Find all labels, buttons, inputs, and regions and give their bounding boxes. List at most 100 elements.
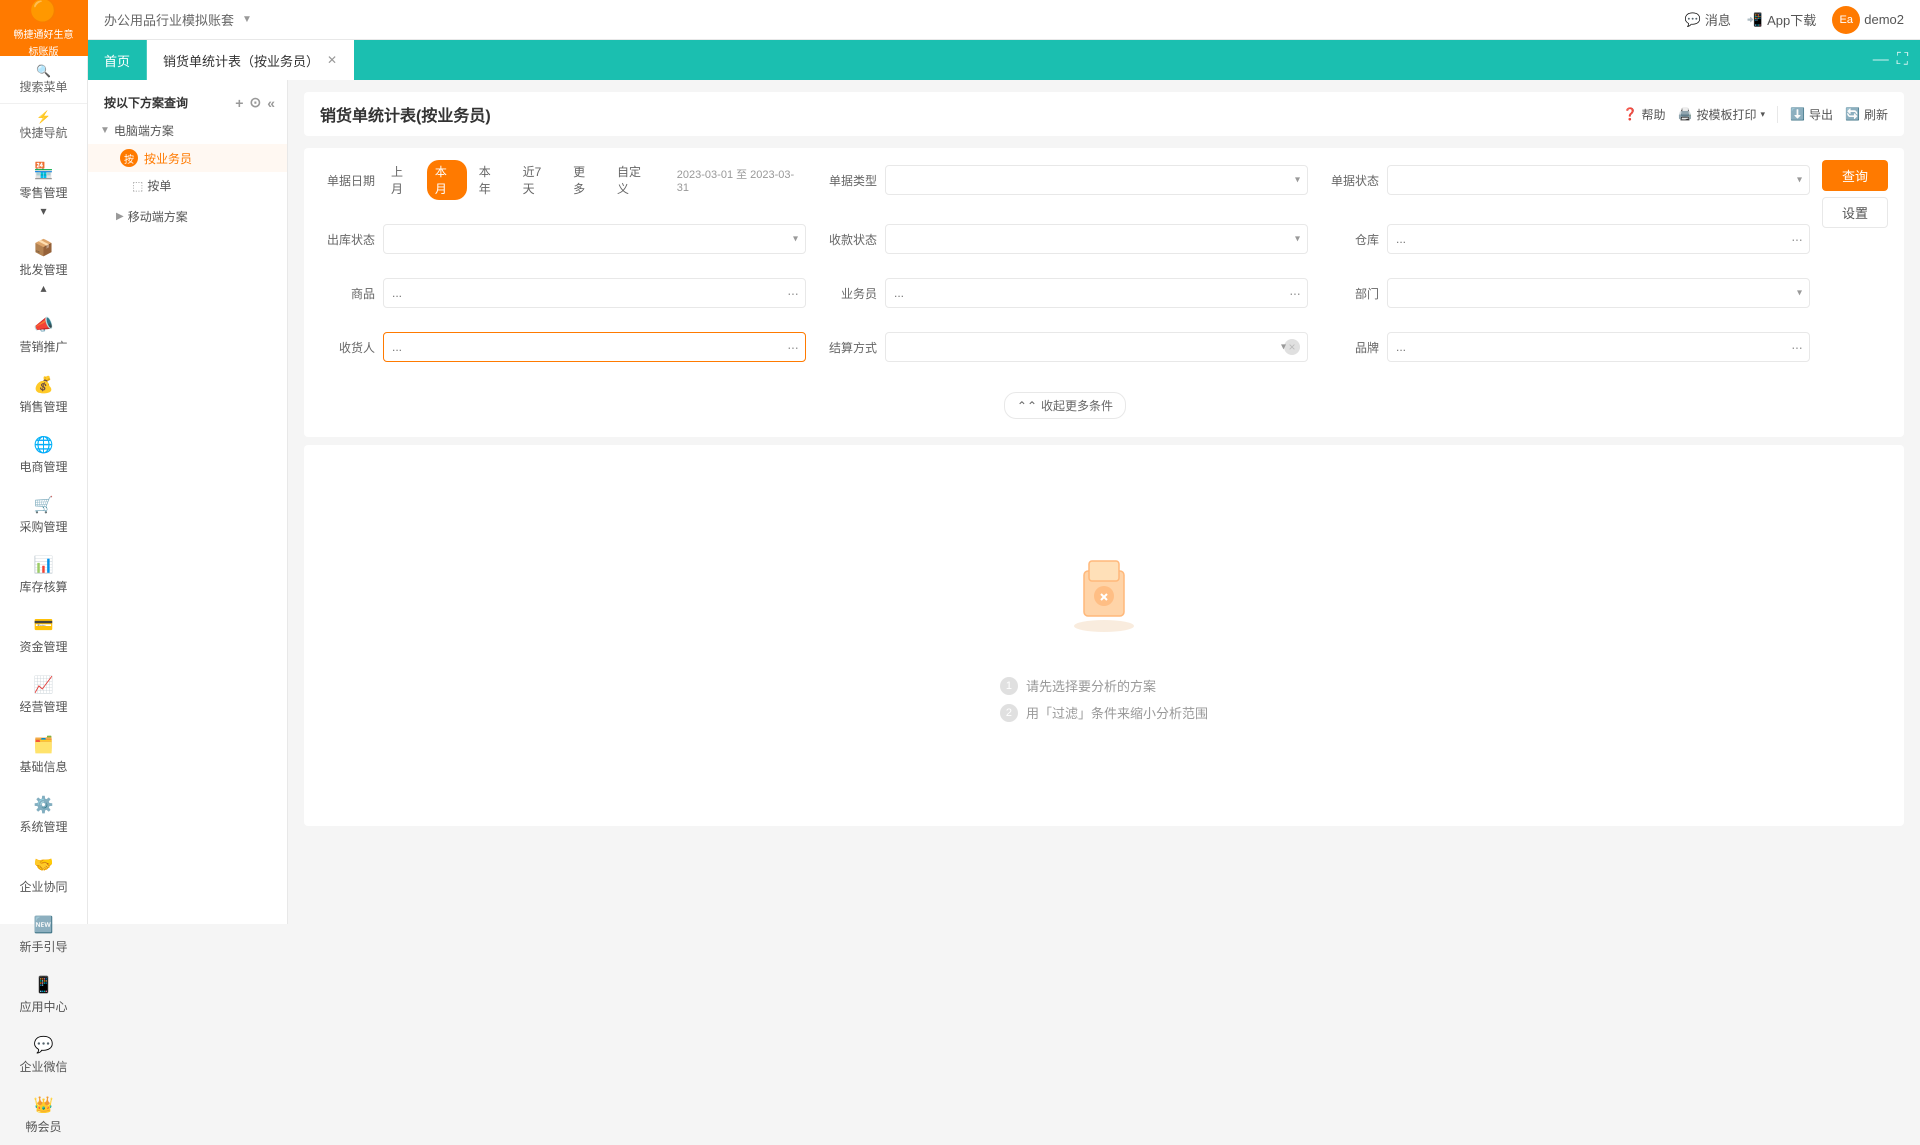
tree-mobile-arrow-icon: ▶: [116, 211, 124, 222]
date-label: 单据日期: [320, 172, 375, 189]
sidebar: 🟠 畅捷通好生意 标账版 🔍 搜索菜单 ⚡ 快捷导航 🏪 零售管理 ▾ 📦 批发…: [0, 0, 88, 924]
tree-sub-item-order-label: 按单: [147, 177, 171, 194]
tab-home[interactable]: 首页: [88, 40, 147, 80]
query-btn[interactable]: 查询: [1822, 160, 1888, 191]
brand-control: ···: [1387, 332, 1810, 362]
tree-group-desktop-header[interactable]: ▼ 电脑端方案: [88, 117, 287, 144]
doc-type-select[interactable]: [885, 165, 1308, 195]
msg-icon: 💬: [1685, 12, 1701, 28]
sidebar-item-newbie[interactable]: 🆕 新手引导: [0, 905, 87, 965]
settle-select[interactable]: [885, 332, 1308, 362]
edit-scheme-icon[interactable]: ⊙: [249, 94, 261, 111]
collapse-btn[interactable]: ⌃⌃ 收起更多条件: [1004, 392, 1126, 419]
tree-sub-item-order[interactable]: ⬚ 按单: [88, 172, 287, 199]
date-tab-last-7[interactable]: 近7天: [515, 160, 562, 200]
tab-maximize-btn[interactable]: ⛶: [1897, 51, 1908, 69]
sidebar-item-sales[interactable]: 💰 销售管理: [0, 365, 87, 425]
tree-item-salesman[interactable]: 按 按业务员: [88, 144, 287, 172]
topbar-user[interactable]: Ea demo2: [1832, 6, 1904, 34]
main-area: 办公用品行业模拟账套 ▼ 💬 消息 📲 App下载 Ea demo2 首页: [88, 0, 1920, 924]
print-action[interactable]: 🖨️ 按模板打印 ▾: [1678, 106, 1779, 123]
goods-input[interactable]: [383, 278, 806, 308]
empty-svg: [1054, 541, 1154, 641]
consignee-input[interactable]: [383, 332, 806, 362]
left-panel-header: 按以下方案查询 + ⊙ «: [88, 88, 287, 117]
step-num-2: 2: [1000, 704, 1018, 722]
sidebar-item-enterprise[interactable]: 🤝 企业协同: [0, 845, 87, 905]
dept-label: 部门: [1324, 285, 1379, 302]
tree-sub-icon: ⬚: [132, 179, 143, 193]
filter-row-3: 商品 ··· 业务员 ···: [320, 278, 1810, 308]
add-scheme-icon[interactable]: +: [235, 95, 243, 111]
filter-doc-status-item: 单据状态 ▾: [1324, 165, 1810, 195]
sidebar-item-finance[interactable]: 💳 资金管理: [0, 605, 87, 665]
sidebar-item-retail[interactable]: 🏪 零售管理 ▾: [0, 151, 87, 228]
out-status-control: ▾: [383, 224, 806, 254]
filter-goods-item: 商品 ···: [320, 278, 806, 308]
tree-group-mobile-header[interactable]: ▶ 移动端方案: [88, 203, 287, 230]
sidebar-item-inventory[interactable]: 📊 库存核算: [0, 545, 87, 605]
refresh-action[interactable]: 🔄 刷新: [1845, 106, 1888, 123]
empty-icon: [1054, 541, 1154, 660]
doc-status-select[interactable]: [1387, 165, 1810, 195]
collapse-panel-icon[interactable]: «: [267, 95, 275, 111]
sidebar-item-wechat[interactable]: 💬 企业微信: [0, 1025, 87, 1085]
doc-type-control: ▾: [885, 165, 1308, 195]
sidebar-nav-quick[interactable]: ⚡ 快捷导航: [0, 104, 87, 147]
sidebar-item-basic[interactable]: 🗂️ 基础信息: [0, 725, 87, 785]
export-icon: ⬇️: [1790, 107, 1805, 121]
filter-row-4: 收货人 ··· 结算方式 ×: [320, 332, 1810, 362]
sidebar-item-wholesale[interactable]: 📦 批发管理 ▴: [0, 228, 87, 305]
date-tab-custom[interactable]: 自定义: [609, 160, 661, 200]
date-tab-this-month[interactable]: 本月: [427, 160, 467, 200]
receive-status-control: ▾: [885, 224, 1308, 254]
settle-clear-icon[interactable]: ×: [1284, 339, 1300, 355]
filter-settle-item: 结算方式 × ▾: [822, 332, 1308, 362]
date-tab-more[interactable]: 更多: [565, 160, 605, 200]
brand-input[interactable]: [1387, 332, 1810, 362]
salesman-label: 业务员: [822, 285, 877, 302]
warehouse-input[interactable]: [1387, 224, 1810, 254]
topbar-dropdown-icon[interactable]: ▼: [242, 14, 252, 25]
tree-item-salesman-icon: 按: [120, 149, 138, 167]
consignee-label: 收货人: [320, 339, 375, 356]
sidebar-item-marketing[interactable]: 📣 营销推广: [0, 305, 87, 365]
right-panel: 销货单统计表(按业务员) ❓ 帮助 🖨️ 按模板打印 ▾ ⬇️ 导出: [288, 80, 1920, 924]
salesman-input[interactable]: [885, 278, 1308, 308]
tab-minimize-btn[interactable]: —: [1873, 51, 1889, 69]
doc-status-label: 单据状态: [1324, 172, 1379, 189]
tree-arrow-icon: ▼: [100, 125, 110, 136]
date-tab-last-month[interactable]: 上月: [383, 160, 423, 200]
sidebar-item-ecommerce[interactable]: 🌐 电商管理: [0, 425, 87, 485]
query-buttons: 查询 设置: [1822, 160, 1888, 228]
sidebar-item-purchase[interactable]: 🛒 采购管理: [0, 485, 87, 545]
logo-icon: 🟠: [30, 0, 57, 24]
out-status-select[interactable]: [383, 224, 806, 254]
filter-row-1: 单据日期 上月 本月 本年 近7天 更多 自定义: [320, 160, 1810, 200]
tab-sales-stat[interactable]: 销货单统计表（按业务员） ✕: [147, 40, 354, 80]
filter-receive-status-item: 收款状态 ▾: [822, 224, 1308, 254]
sidebar-item-app[interactable]: 📱 应用中心: [0, 965, 87, 1025]
collapse-row: ⌃⌃ 收起更多条件: [320, 386, 1810, 425]
filter-row-2: 出库状态 ▾ 收款状态 ▾: [320, 224, 1810, 254]
topbar-msg[interactable]: 💬 消息: [1685, 10, 1731, 29]
tab-close-icon[interactable]: ✕: [327, 53, 337, 67]
receive-status-select[interactable]: [885, 224, 1308, 254]
tree-group-desktop-label: 电脑端方案: [114, 122, 174, 139]
sidebar-item-operations[interactable]: 📈 经营管理: [0, 665, 87, 725]
tab-home-label: 首页: [104, 51, 130, 70]
consignee-control: ···: [383, 332, 806, 362]
filter-warehouse-item: 仓库 ···: [1324, 224, 1810, 254]
sidebar-item-member[interactable]: 👑 畅会员: [0, 1085, 87, 1145]
date-tab-this-year[interactable]: 本年: [471, 160, 511, 200]
help-action[interactable]: ❓ 帮助: [1623, 106, 1666, 123]
filter-salesman-item: 业务员 ···: [822, 278, 1308, 308]
date-range: 2023-03-01 至 2023-03-31: [677, 166, 806, 194]
tab-actions: — ⛶: [1861, 40, 1920, 80]
settings-btn[interactable]: 设置: [1822, 197, 1888, 228]
sidebar-item-system[interactable]: ⚙️ 系统管理: [0, 785, 87, 845]
topbar-app[interactable]: 📲 App下载: [1747, 10, 1816, 29]
sidebar-search[interactable]: 🔍 搜索菜单: [0, 56, 87, 104]
export-action[interactable]: ⬇️ 导出: [1790, 106, 1833, 123]
dept-select[interactable]: [1387, 278, 1810, 308]
